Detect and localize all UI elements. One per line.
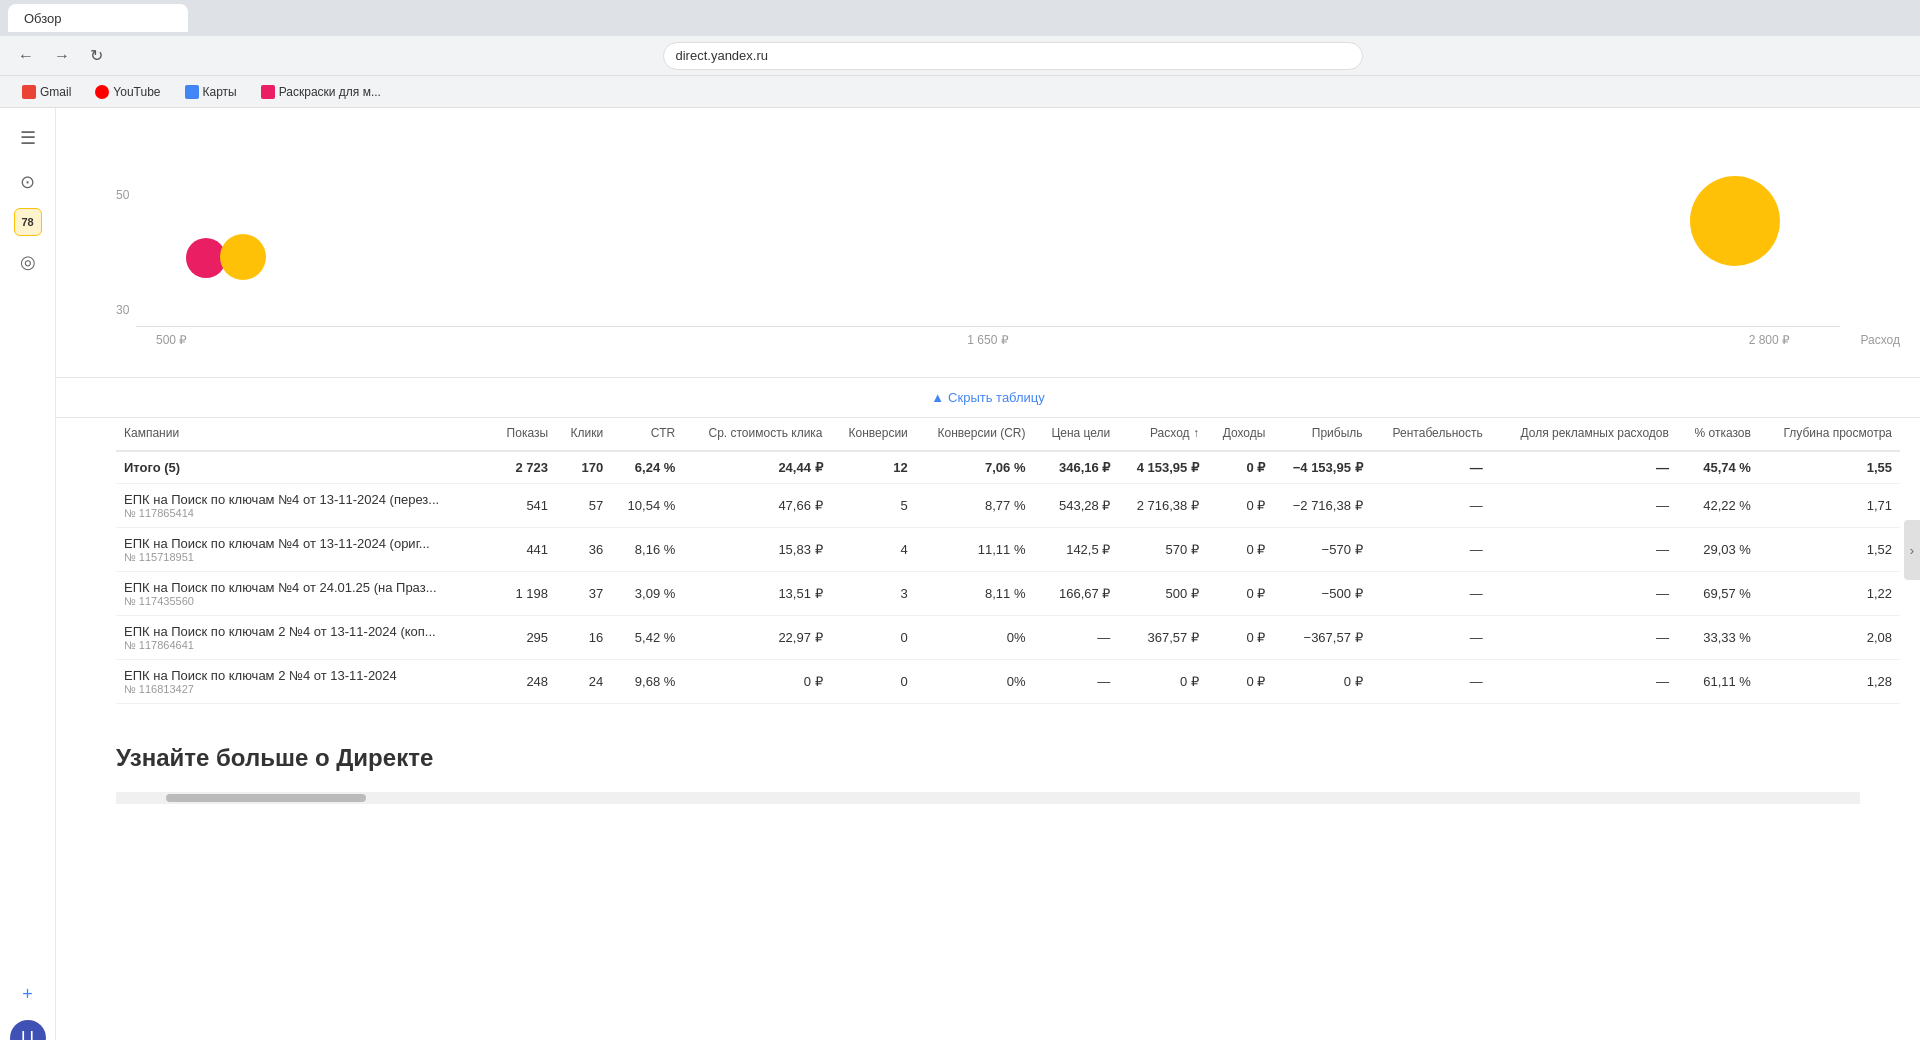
col-header-expense[interactable]: Расход ↑	[1118, 418, 1207, 451]
table-row[interactable]: ЕПК на Поиск по ключам №4 от 13-11-2024 …	[116, 527, 1900, 571]
hide-table-label: Скрыть таблицу	[948, 390, 1045, 405]
table-row-total: Итого (5) 2 723 170 6,24 % 24,44 ₽ 12 7,…	[116, 451, 1900, 484]
col-header-reject[interactable]: % отказов	[1677, 418, 1759, 451]
chart-baseline	[136, 326, 1840, 327]
rask-icon	[261, 85, 275, 99]
col-header-shows[interactable]: Показы	[491, 418, 556, 451]
chart-y-label-bottom: 30	[116, 303, 129, 317]
chart-bubble-yellow-small	[220, 234, 266, 280]
campaign-name-cell: ЕПК на Поиск по ключам 2 №4 от 13-11-202…	[116, 615, 491, 659]
sidebar-settings-icon[interactable]: ◎	[10, 244, 46, 280]
total-goal-price: 346,16 ₽	[1034, 451, 1119, 484]
bookmark-youtube[interactable]: YouTube	[89, 83, 166, 101]
total-shows: 2 723	[491, 451, 556, 484]
bookmark-youtube-label: YouTube	[113, 85, 160, 99]
campaign-name-cell: ЕПК на Поиск по ключам №4 от 13-11-2024 …	[116, 527, 491, 571]
bookmark-maps[interactable]: Карты	[179, 83, 243, 101]
chart-y-label-top: 50	[116, 188, 129, 202]
hide-table-button[interactable]: ▲ Скрыть таблицу	[931, 390, 1045, 405]
sidebar-user-icon[interactable]: U	[10, 1020, 46, 1040]
sidebar-menu-icon[interactable]: ☰	[10, 120, 46, 156]
col-header-campaigns[interactable]: Кампании	[116, 418, 491, 451]
total-profitability: —	[1371, 451, 1491, 484]
total-profit: −4 153,95 ₽	[1273, 451, 1370, 484]
hide-table-chevron: ▲	[931, 390, 944, 405]
col-header-depth[interactable]: Глубина просмотра	[1759, 418, 1900, 451]
back-button[interactable]: ←	[12, 43, 40, 69]
col-header-income[interactable]: Доходы	[1207, 418, 1273, 451]
chart-x-label-2800: 2 800 ₽	[1749, 333, 1790, 347]
table-row[interactable]: ЕПК на Поиск по ключам №4 от 24.01.25 (н…	[116, 571, 1900, 615]
campaign-name-cell: ЕПК на Поиск по ключам №4 от 24.01.25 (н…	[116, 571, 491, 615]
total-avg-cost: 24,44 ₽	[683, 451, 830, 484]
total-income: 0 ₽	[1207, 451, 1273, 484]
bookmarks-bar: Gmail YouTube Карты Раскраски для м...	[0, 76, 1920, 108]
col-header-profit[interactable]: Прибыль	[1273, 418, 1370, 451]
col-header-profitability[interactable]: Рентабельность	[1371, 418, 1491, 451]
left-sidebar: ☰ ⊙ 78 ◎ + U	[0, 108, 56, 1040]
col-header-ad-share[interactable]: Доля рекламных расходов	[1491, 418, 1677, 451]
campaign-name-cell: ЕПК на Поиск по ключам 2 №4 от 13-11-202…	[116, 659, 491, 703]
footer-title: Узнайте больше о Директе	[116, 744, 1860, 772]
browser-tab[interactable]: Обзор	[8, 4, 188, 32]
table-row[interactable]: ЕПК на Поиск по ключам №4 от 13-11-2024 …	[116, 483, 1900, 527]
total-ctr: 6,24 %	[611, 451, 683, 484]
campaign-name-cell: ЕПК на Поиск по ключам №4 от 13-11-2024 …	[116, 483, 491, 527]
bookmark-gmail-label: Gmail	[40, 85, 71, 99]
total-campaigns: Итого (5)	[116, 451, 491, 484]
bottom-scrollbar[interactable]	[116, 792, 1860, 804]
sidebar-add-icon[interactable]: +	[10, 976, 46, 1012]
forward-button[interactable]: →	[48, 43, 76, 69]
total-depth: 1,55	[1759, 451, 1900, 484]
hide-table-row: ▲ Скрыть таблицу	[56, 378, 1920, 418]
bookmark-maps-label: Карты	[203, 85, 237, 99]
data-table-wrapper: Кампании Показы Клики CTR Ср. стоимость	[56, 418, 1920, 724]
total-conversions: 12	[831, 451, 916, 484]
table-row[interactable]: ЕПК на Поиск по ключам 2 №4 от 13-11-202…	[116, 659, 1900, 703]
reload-button[interactable]: ↻	[84, 42, 109, 69]
col-header-goal-price[interactable]: Цена цели	[1034, 418, 1119, 451]
chart-area: 50 30 500 ₽ 1 650 ₽ 2 800 ₽ Расход	[56, 108, 1920, 378]
gmail-icon	[22, 85, 36, 99]
footer-section: Узнайте больше о Директе	[56, 724, 1920, 792]
campaigns-table: Кампании Показы Клики CTR Ср. стоимость	[116, 418, 1900, 704]
bookmark-rask[interactable]: Раскраски для м...	[255, 83, 387, 101]
total-ad-share: —	[1491, 451, 1677, 484]
main-content: 50 30 500 ₽ 1 650 ₽ 2 800 ₽ Расход ▲ Скр…	[56, 108, 1920, 1040]
bookmark-gmail[interactable]: Gmail	[16, 83, 77, 101]
total-expense: 4 153,95 ₽	[1118, 451, 1207, 484]
table-row[interactable]: ЕПК на Поиск по ключам 2 №4 от 13-11-202…	[116, 615, 1900, 659]
nav-bar: ← → ↻ direct.yandex.ru	[0, 36, 1920, 76]
chart-x-label-expense: Расход	[1860, 333, 1900, 347]
total-conv-rate: 7,06 %	[916, 451, 1034, 484]
col-header-avg-cost[interactable]: Ср. стоимость клика	[683, 418, 830, 451]
youtube-icon	[95, 85, 109, 99]
sidebar-badge-78[interactable]: 78	[14, 208, 42, 236]
right-collapse-handle[interactable]: ›	[1904, 520, 1920, 580]
scrollbar-thumb[interactable]	[166, 794, 366, 802]
col-header-ctr[interactable]: CTR	[611, 418, 683, 451]
total-clicks: 170	[556, 451, 611, 484]
col-header-conv-rate[interactable]: Конверсии (CR)	[916, 418, 1034, 451]
address-bar[interactable]: direct.yandex.ru	[663, 42, 1363, 70]
chart-x-label-500: 500 ₽	[156, 333, 187, 347]
maps-icon	[185, 85, 199, 99]
tab-title: Обзор	[24, 11, 62, 26]
bookmark-rask-label: Раскраски для м...	[279, 85, 381, 99]
chart-bubble-yellow-large	[1690, 176, 1780, 266]
col-header-clicks[interactable]: Клики	[556, 418, 611, 451]
total-reject: 45,74 %	[1677, 451, 1759, 484]
sidebar-home-icon[interactable]: ⊙	[10, 164, 46, 200]
col-header-conversions[interactable]: Конверсии	[831, 418, 916, 451]
chart-x-label-1650: 1 650 ₽	[967, 333, 1008, 347]
